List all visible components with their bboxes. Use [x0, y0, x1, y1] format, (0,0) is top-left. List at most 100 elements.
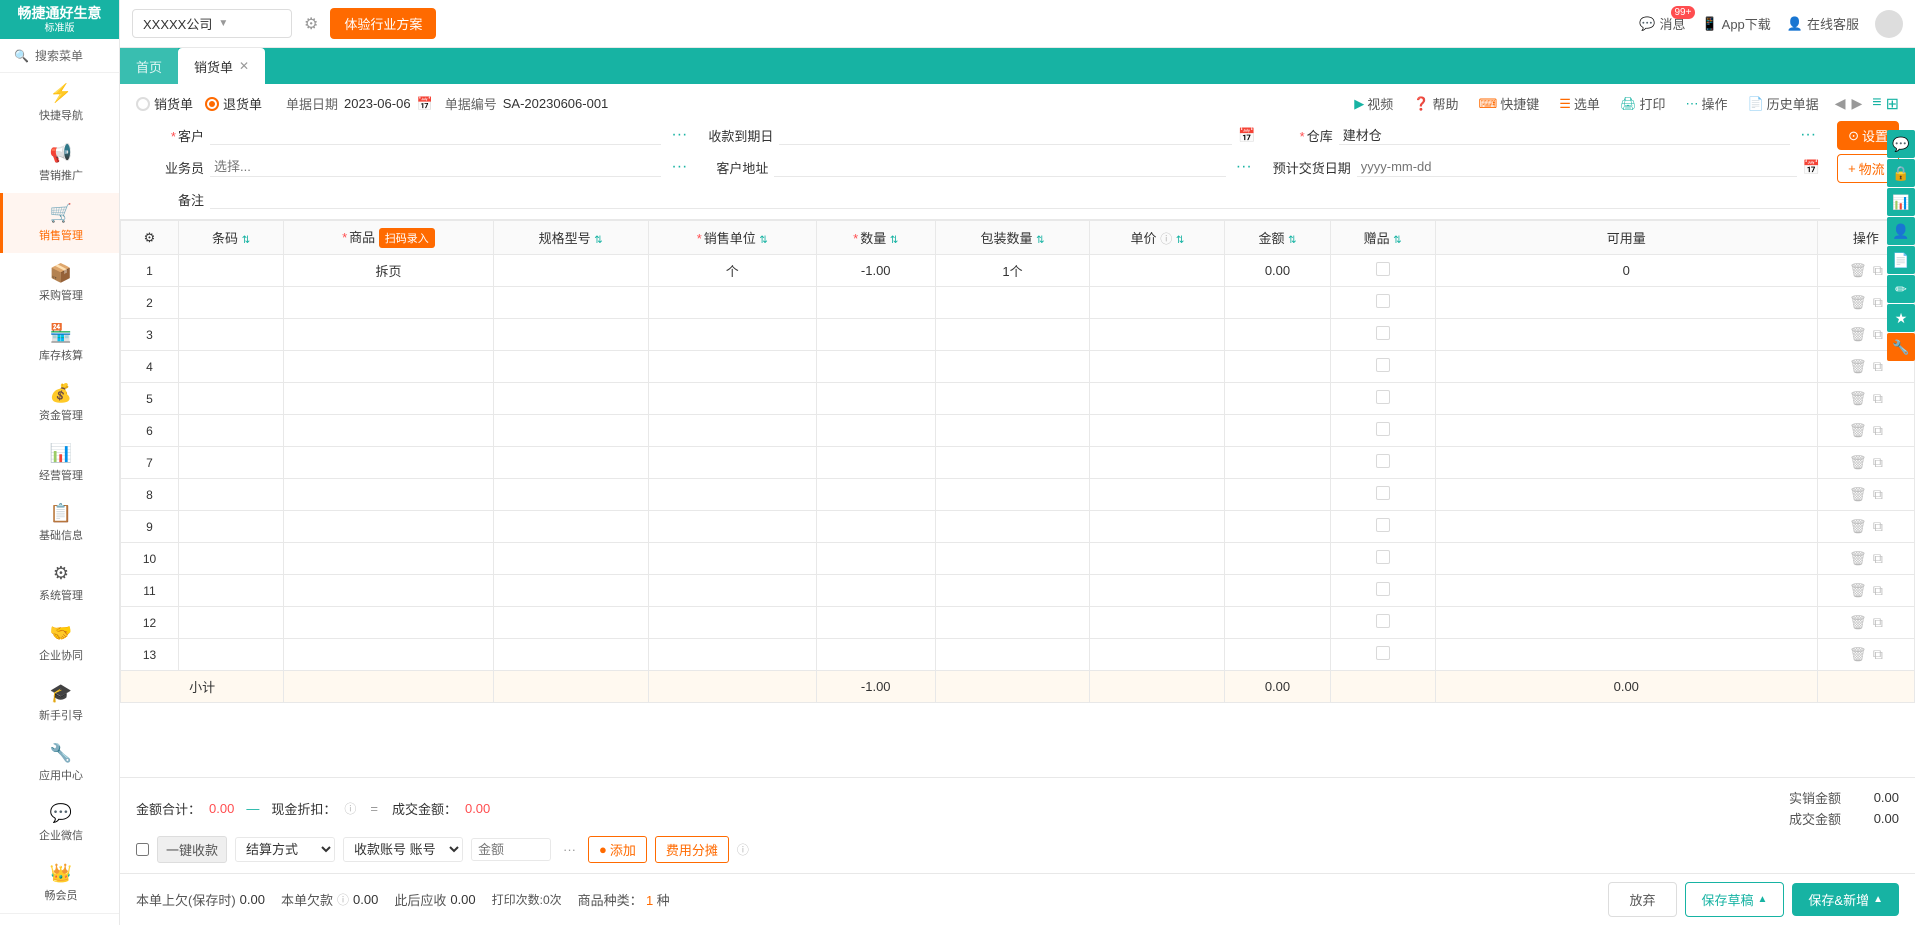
cell-price[interactable] — [1090, 575, 1225, 607]
sidebar-item-member[interactable]: 👑 畅会员 — [0, 853, 119, 913]
cell-price[interactable] — [1090, 639, 1225, 671]
cell-gift[interactable] — [1330, 511, 1435, 543]
date-calendar-icon[interactable]: 📅 — [417, 96, 433, 112]
cell-amount[interactable] — [1225, 415, 1330, 447]
cell-unit[interactable] — [648, 543, 816, 575]
cell-spec[interactable] — [493, 639, 648, 671]
cell-amount[interactable]: 0.00 — [1225, 255, 1330, 287]
delete-row-icon[interactable]: 🗑 — [1849, 646, 1867, 663]
sidebar-item-system[interactable]: ⚙ 系统管理 — [0, 553, 119, 613]
cell-unit[interactable] — [648, 287, 816, 319]
amount-input[interactable] — [471, 838, 551, 861]
float-btn-3[interactable]: 📊 — [1887, 188, 1915, 216]
cell-spec[interactable] — [493, 511, 648, 543]
cell-pack-qty[interactable] — [935, 607, 1090, 639]
sidebar-item-operations[interactable]: 📊 经营管理 — [0, 433, 119, 493]
cell-spec[interactable] — [493, 319, 648, 351]
copy-row-icon[interactable]: ⧉ — [1873, 326, 1883, 343]
float-btn-4[interactable]: 👤 — [1887, 217, 1915, 245]
cell-unit[interactable] — [648, 383, 816, 415]
cell-price[interactable] — [1090, 351, 1225, 383]
cell-product[interactable] — [284, 479, 494, 511]
cell-gift[interactable] — [1330, 287, 1435, 319]
company-selector[interactable]: XXXXX公司 ▼ — [132, 9, 292, 38]
cell-barcode[interactable] — [179, 575, 284, 607]
cell-unit[interactable] — [648, 607, 816, 639]
cell-gift[interactable] — [1330, 351, 1435, 383]
cell-pack-qty[interactable] — [935, 447, 1090, 479]
delete-row-icon[interactable]: 🗑 — [1849, 326, 1867, 343]
cell-qty[interactable] — [816, 607, 935, 639]
add-payment-btn[interactable]: ● 添加 — [588, 836, 647, 863]
cell-price[interactable] — [1090, 543, 1225, 575]
copy-row-icon[interactable]: ⧉ — [1873, 294, 1883, 311]
sort-unit-icon[interactable]: ⇅ — [759, 235, 767, 246]
cell-barcode[interactable] — [179, 287, 284, 319]
cell-gift[interactable] — [1330, 479, 1435, 511]
copy-row-icon[interactable]: ⧉ — [1873, 646, 1883, 663]
cell-price[interactable] — [1090, 447, 1225, 479]
cell-price[interactable] — [1090, 607, 1225, 639]
print-btn[interactable]: 🖨 打印 — [1614, 92, 1672, 115]
fee-info-icon[interactable]: ⓘ — [737, 841, 749, 858]
cell-pack-qty[interactable] — [935, 351, 1090, 383]
cell-amount[interactable] — [1225, 287, 1330, 319]
sort-gift-icon[interactable]: ⇅ — [1393, 235, 1401, 246]
help-btn[interactable]: ❓ 帮助 — [1407, 92, 1464, 115]
prev-arrow[interactable]: ◀ — [1833, 95, 1848, 112]
cell-barcode[interactable] — [179, 479, 284, 511]
copy-row-icon[interactable]: ⧉ — [1873, 454, 1883, 471]
cell-amount[interactable] — [1225, 479, 1330, 511]
cell-unit[interactable] — [648, 415, 816, 447]
sort-barcode-icon[interactable]: ⇅ — [242, 235, 250, 246]
total-due-info-icon[interactable]: ⓘ — [337, 891, 349, 908]
cell-amount[interactable] — [1225, 607, 1330, 639]
delete-row-icon[interactable]: 🗑 — [1849, 614, 1867, 631]
online-service-button[interactable]: 👤 在线客服 — [1787, 14, 1859, 33]
cell-barcode[interactable] — [179, 255, 284, 287]
cell-pack-qty[interactable] — [935, 511, 1090, 543]
sidebar-item-sales[interactable]: 🛒 销售管理 — [0, 193, 119, 253]
list-view-icon[interactable]: ≡ — [1872, 94, 1881, 114]
radio-return-order[interactable]: 退货单 — [205, 94, 262, 113]
cell-spec[interactable] — [493, 607, 648, 639]
cell-pack-qty[interactable] — [935, 319, 1090, 351]
operate-btn[interactable]: ⋯ 操作 — [1679, 92, 1733, 115]
cell-pack-qty[interactable] — [935, 383, 1090, 415]
cell-product[interactable] — [284, 511, 494, 543]
fee-split-btn[interactable]: 费用分摊 — [655, 836, 729, 863]
sort-amount-icon[interactable]: ⇅ — [1288, 235, 1296, 246]
copy-row-icon[interactable]: ⧉ — [1873, 390, 1883, 407]
delete-row-icon[interactable]: 🗑 — [1849, 294, 1867, 311]
cell-amount[interactable] — [1225, 543, 1330, 575]
cell-gift[interactable] — [1330, 255, 1435, 287]
address-picker-icon[interactable]: ··· — [1232, 158, 1256, 176]
float-btn-5[interactable]: 📄 — [1887, 246, 1915, 274]
delete-row-icon[interactable]: 🗑 — [1849, 454, 1867, 471]
cell-spec[interactable] — [493, 543, 648, 575]
cell-qty[interactable] — [816, 415, 935, 447]
cell-pack-qty[interactable]: 1个 — [935, 255, 1090, 287]
cell-product[interactable] — [284, 543, 494, 575]
sort-price-icon[interactable]: ⇅ — [1176, 235, 1184, 246]
delivery-date-input[interactable] — [1357, 157, 1797, 177]
float-btn-2[interactable]: 🔒 — [1887, 159, 1915, 187]
delete-row-icon[interactable]: 🗑 — [1849, 358, 1867, 375]
discard-button[interactable]: 放弃 — [1608, 882, 1676, 917]
delete-row-icon[interactable]: 🗑 — [1849, 262, 1867, 279]
sidebar-item-inventory[interactable]: 🏪 库存核算 — [0, 313, 119, 373]
delete-row-icon[interactable]: 🗑 — [1849, 390, 1867, 407]
notes-input[interactable] — [210, 189, 1820, 209]
cell-gift[interactable] — [1330, 319, 1435, 351]
copy-row-icon[interactable]: ⧉ — [1873, 358, 1883, 375]
cell-spec[interactable] — [493, 287, 648, 319]
cell-qty[interactable] — [816, 287, 935, 319]
cell-pack-qty[interactable] — [935, 287, 1090, 319]
cell-unit[interactable] — [648, 639, 816, 671]
float-btn-orange[interactable]: 🔧 — [1887, 333, 1915, 361]
sort-qty-icon[interactable]: ⇅ — [890, 235, 898, 246]
sidebar-item-finance[interactable]: 💰 资金管理 — [0, 373, 119, 433]
payment-due-calendar-icon[interactable]: 📅 — [1238, 127, 1255, 144]
delete-row-icon[interactable]: 🗑 — [1849, 486, 1867, 503]
cell-barcode[interactable] — [179, 415, 284, 447]
